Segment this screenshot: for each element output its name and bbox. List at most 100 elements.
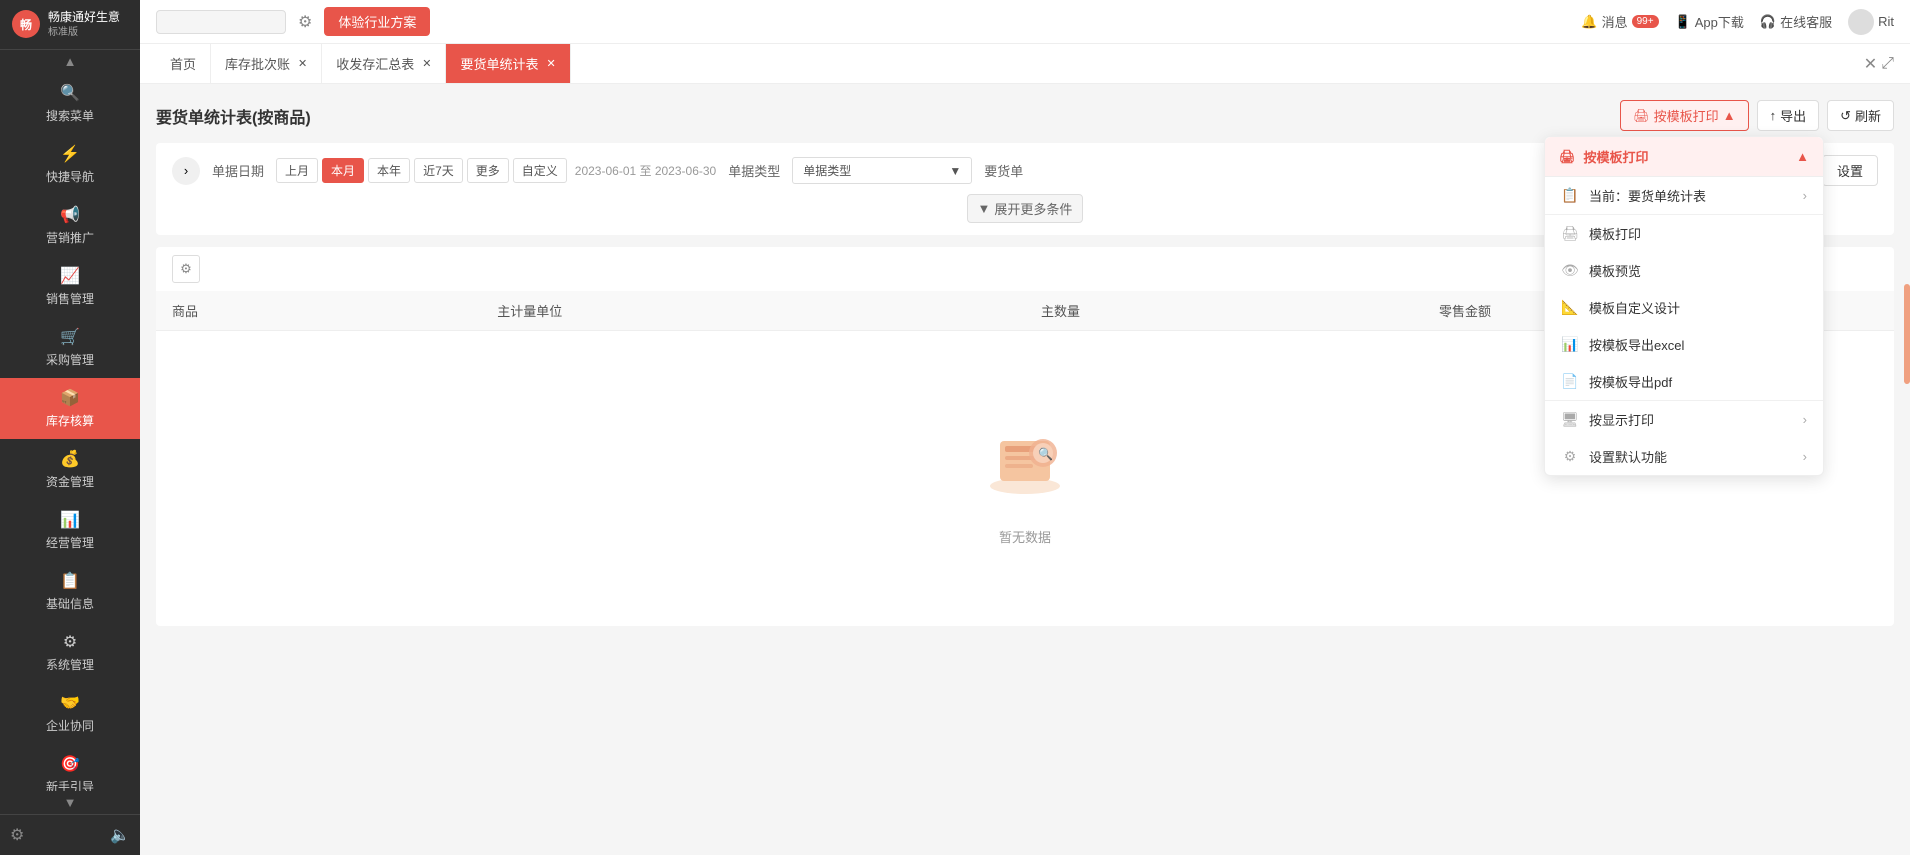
sidebar-item-库存核算[interactable]: 📦库存核算 bbox=[0, 378, 140, 439]
template-print-icon: 🖨 bbox=[1561, 225, 1579, 242]
notifications-item[interactable]: 🔔 消息 99+ bbox=[1581, 12, 1658, 31]
template-design-icon: 📐 bbox=[1561, 299, 1579, 316]
date-7days-btn[interactable]: 近7天 bbox=[414, 158, 463, 183]
sidebar-item-快捷导航[interactable]: ⚡快捷导航 bbox=[0, 134, 140, 195]
nav-icon: 📋 bbox=[60, 571, 80, 591]
tab-close-icon[interactable]: ✕ bbox=[422, 57, 431, 70]
tabbar: 首页库存批次账✕收发存汇总表✕要货单统计表✕ ✕ ⤢ bbox=[140, 44, 1910, 84]
sidebar-item-label: 新手引导 bbox=[46, 778, 94, 791]
page-header: 要货单统计表(按商品) 🖨 按模板打印 ▲ ↑ 导出 ↺ 刷新 bbox=[156, 100, 1894, 131]
filter-dates: 上月 本月 本年 近7天 更多 自定义 2023-06-01 至 2023-06… bbox=[276, 158, 716, 183]
date-this-month-btn[interactable]: 本月 bbox=[322, 158, 364, 183]
sound-icon[interactable]: 🔈 bbox=[110, 825, 130, 845]
tab-label: 库存批次账 bbox=[225, 54, 290, 73]
tab-close-icon[interactable]: ✕ bbox=[298, 57, 307, 70]
sidebar-item-销售管理[interactable]: 📈销售管理 bbox=[0, 256, 140, 317]
chevron-up-icon: ▲ bbox=[1723, 108, 1736, 123]
col-product: 商品 bbox=[156, 291, 481, 331]
nav-icon: ⚡ bbox=[60, 144, 80, 164]
nav-icon: 💰 bbox=[60, 449, 80, 469]
template-current-icon: 📋 bbox=[1561, 187, 1579, 204]
logo-icon: 畅 bbox=[12, 10, 40, 38]
template-preview-icon: 👁 bbox=[1561, 262, 1579, 279]
sidebar-item-系统管理[interactable]: ⚙系统管理 bbox=[0, 622, 140, 683]
refresh-icon: ↺ bbox=[1840, 108, 1851, 124]
set-default-icon: ⚙ bbox=[1561, 448, 1579, 465]
filter-toggle-btn[interactable]: › bbox=[172, 157, 200, 185]
tab-close-icon[interactable]: ✕ bbox=[547, 57, 556, 70]
page-area: 要货单统计表(按商品) 🖨 按模板打印 ▲ ↑ 导出 ↺ 刷新 bbox=[140, 84, 1910, 855]
sidebar-item-搜索菜单[interactable]: 🔍搜索菜单 bbox=[0, 73, 140, 134]
sidebar-item-新手引导[interactable]: 🎯 新手引导 bbox=[0, 744, 140, 791]
sidebar-scroll-up[interactable]: ▲ bbox=[0, 50, 140, 73]
export-icon: ↑ bbox=[1770, 108, 1777, 123]
nav-icon: 🎯 bbox=[60, 754, 80, 774]
display-print-chevron-icon: › bbox=[1803, 412, 1807, 427]
set-default-item[interactable]: ⚙ 设置默认功能 › bbox=[1545, 438, 1823, 475]
tab-maximize-icon[interactable]: ⤢ bbox=[1881, 55, 1894, 73]
nav-icon: 📈 bbox=[60, 266, 80, 286]
template-preview-item[interactable]: 👁 模板预览 bbox=[1545, 252, 1823, 289]
tab-首页[interactable]: 首页 bbox=[156, 44, 211, 83]
order-type-chevron-icon: ▼ bbox=[949, 164, 961, 178]
table-settings-btn[interactable]: ⚙ bbox=[172, 255, 200, 283]
date-range: 2023-06-01 至 2023-06-30 bbox=[575, 162, 716, 179]
topbar-gear-icon[interactable]: ⚙ bbox=[298, 12, 312, 32]
sidebar-item-企业协同[interactable]: 🤝企业协同 bbox=[0, 683, 140, 744]
avatar bbox=[1848, 9, 1874, 35]
nav-icon: 📦 bbox=[60, 388, 80, 408]
sidebar-item-label: 基础信息 bbox=[46, 595, 94, 612]
set-default-chevron-icon: › bbox=[1803, 449, 1807, 464]
date-custom-btn[interactable]: 自定义 bbox=[513, 158, 567, 183]
search-input[interactable] bbox=[156, 10, 286, 34]
print-dropdown-header: 🖨 按模板打印 ▲ bbox=[1545, 137, 1823, 177]
sidebar-item-营销推广[interactable]: 📢营销推广 bbox=[0, 195, 140, 256]
col-quantity: 主数量 bbox=[1025, 291, 1423, 331]
date-more-btn[interactable]: 更多 bbox=[467, 158, 509, 183]
settings-filter-btn[interactable]: 设置 bbox=[1822, 155, 1878, 186]
current-template-chevron-icon: › bbox=[1803, 188, 1807, 203]
experience-btn[interactable]: 体验行业方案 bbox=[324, 7, 430, 36]
refresh-btn[interactable]: ↺ 刷新 bbox=[1827, 100, 1894, 131]
app-download-item[interactable]: 📱 App下载 bbox=[1675, 12, 1744, 31]
date-last-month-btn[interactable]: 上月 bbox=[276, 158, 318, 183]
pdf-export-icon: 📄 bbox=[1561, 373, 1579, 390]
chevron-right-filter-icon: › bbox=[184, 163, 188, 178]
nav-icon: 🤝 bbox=[60, 693, 80, 713]
online-service-item[interactable]: 🎧 在线客服 bbox=[1760, 12, 1832, 31]
logo-text: 畅康通好生意 标准版 bbox=[48, 10, 120, 39]
settings-icon[interactable]: ⚙ bbox=[10, 825, 24, 845]
date-this-year-btn[interactable]: 本年 bbox=[368, 158, 410, 183]
display-print-item[interactable]: 🖥 按显示打印 › bbox=[1545, 401, 1823, 438]
template-print-item[interactable]: 🖨 模板打印 bbox=[1545, 215, 1823, 252]
user-avatar-item[interactable]: Rit bbox=[1848, 9, 1894, 35]
current-template-item[interactable]: 📋 当前：要货单统计表 › bbox=[1545, 177, 1823, 214]
export-btn[interactable]: ↑ 导出 bbox=[1757, 100, 1820, 131]
sidebar-item-label: 经营管理 bbox=[46, 534, 94, 551]
sidebar-item-经营管理[interactable]: 📊经营管理 bbox=[0, 500, 140, 561]
col-unit: 主计量单位 bbox=[481, 291, 1025, 331]
template-export-excel-item[interactable]: 📊 按模板导出excel bbox=[1545, 326, 1823, 363]
excel-export-icon: 📊 bbox=[1561, 336, 1579, 353]
sidebar-item-采购管理[interactable]: 🛒采购管理 bbox=[0, 317, 140, 378]
tab-收发存汇总表[interactable]: 收发存汇总表✕ bbox=[322, 44, 446, 83]
empty-text: 暂无数据 bbox=[999, 527, 1051, 546]
sidebar-item-基础信息[interactable]: 📋 基础信息 bbox=[0, 561, 140, 622]
dropdown-chevron-up-icon[interactable]: ▲ bbox=[1796, 149, 1809, 164]
tab-库存批次账[interactable]: 库存批次账 ✕ bbox=[211, 44, 322, 83]
sidebar-scroll-down[interactable]: ▼ bbox=[0, 791, 140, 814]
print-template-btn[interactable]: 🖨 按模板打印 ▲ bbox=[1620, 100, 1748, 131]
sidebar-item-label: 搜索菜单 bbox=[46, 107, 94, 124]
template-design-item[interactable]: 📐 模板自定义设计 bbox=[1545, 289, 1823, 326]
expand-conditions-btn[interactable]: ▼ 展开更多条件 bbox=[967, 194, 1084, 223]
order-type-select[interactable]: 单据类型 ▼ bbox=[792, 157, 972, 184]
print-dropdown: 🖨 按模板打印 ▲ 📋 当前：要货单统计表 › bbox=[1544, 136, 1824, 476]
tab-要货单统计表[interactable]: 要货单统计表✕ bbox=[446, 44, 570, 83]
tab-close-window-icon[interactable]: ✕ bbox=[1864, 54, 1877, 74]
bell-icon: 🔔 bbox=[1581, 14, 1597, 30]
topbar-right: 🔔 消息 99+ 📱 App下载 🎧 在线客服 Rit bbox=[1581, 9, 1894, 35]
sidebar-item-资金管理[interactable]: 💰资金管理 bbox=[0, 439, 140, 500]
template-export-pdf-item[interactable]: 📄 按模板导出pdf bbox=[1545, 363, 1823, 400]
empty-icon: 🔍 bbox=[975, 411, 1075, 511]
sidebar-item-label: 采购管理 bbox=[46, 351, 94, 368]
